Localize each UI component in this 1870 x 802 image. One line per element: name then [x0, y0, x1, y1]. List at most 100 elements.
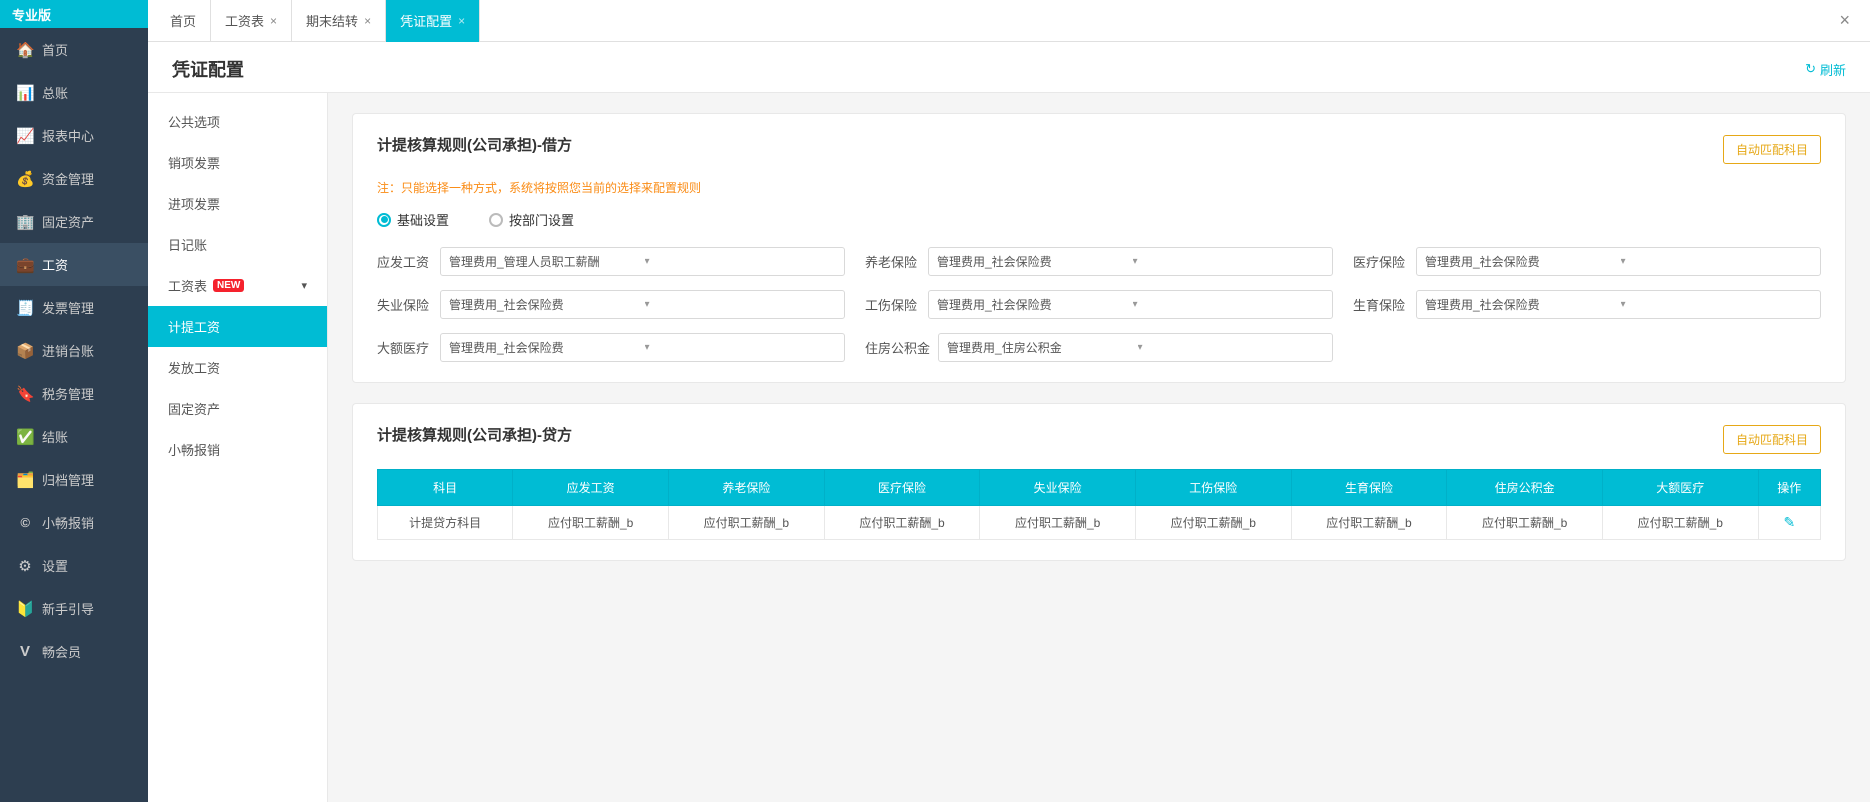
left-nav-fixed-assets-label: 固定资产	[168, 399, 220, 418]
edit-icon[interactable]: ✎	[1783, 514, 1795, 530]
radio-basic-label[interactable]: 基础设置	[377, 210, 449, 229]
tab-period-close-close[interactable]: ×	[364, 14, 371, 28]
field-yingfa: 应发工资 管理费用_管理人员职工薪酬 ▾	[377, 247, 845, 276]
sidebar-item-label: 畅会员	[42, 642, 81, 661]
debit-section-header: 计提核算规则(公司承担)-借方 自动匹配科目	[377, 134, 1821, 165]
tab-period-close[interactable]: 期末结转 ×	[292, 0, 386, 42]
field-yanglao-select[interactable]: 管理费用_社会保险费 ▾	[928, 247, 1333, 276]
sidebar-item-label: 税务管理	[42, 384, 94, 403]
left-nav-sales-invoice-label: 销项发票	[168, 153, 220, 172]
tab-salary-table-label: 工资表	[225, 11, 264, 30]
tab-salary-table-close[interactable]: ×	[270, 14, 277, 28]
left-nav-purchase-invoice[interactable]: 进项发票	[148, 183, 327, 224]
chevron-down-icon: ▾	[301, 279, 307, 292]
sidebar-item-label: 新手引导	[42, 599, 94, 618]
sidebar-item-salary[interactable]: 💼 工资	[0, 243, 148, 286]
left-nav-sales-invoice[interactable]: 销项发票	[148, 142, 327, 183]
field-shiye-select[interactable]: 管理费用_社会保险费 ▾	[440, 290, 845, 319]
home-icon: 🏠	[16, 41, 34, 59]
td-daeyiliao[interactable]: 应付职工薪酬_b	[1602, 506, 1758, 540]
inventory-icon: 📦	[16, 342, 34, 360]
sidebar-item-invoice[interactable]: 🧾 发票管理	[0, 286, 148, 329]
refresh-label: 刷新	[1820, 60, 1846, 79]
td-yingfa[interactable]: 应付职工薪酬_b	[513, 506, 669, 540]
sidebar-item-home[interactable]: 🏠 首页	[0, 28, 148, 71]
field-shengyu-value: 管理费用_社会保险费	[1425, 296, 1617, 313]
radio-dept-text: 按部门设置	[509, 210, 574, 229]
sidebar-item-settings[interactable]: ⚙ 设置	[0, 544, 148, 587]
sidebar-item-label: 发票管理	[42, 298, 94, 317]
field-zhufang-caret: ▾	[1138, 342, 1325, 353]
field-shiye-value: 管理费用_社会保险费	[449, 296, 641, 313]
left-nav-calc-salary-label: 计提工资	[168, 317, 220, 336]
field-shiye: 失业保险 管理费用_社会保险费 ▾	[377, 290, 845, 319]
field-zhufang: 住房公积金 管理费用_住房公积金 ▾	[865, 333, 1333, 362]
assets-icon: 🏢	[16, 213, 34, 231]
tab-home[interactable]: 首页	[156, 0, 211, 42]
left-nav-calc-salary[interactable]: 计提工资	[148, 306, 327, 347]
td-gongshang[interactable]: 应付职工薪酬_b	[1135, 506, 1291, 540]
left-nav-pay-salary[interactable]: 发放工资	[148, 347, 327, 388]
sidebar-item-ledger[interactable]: 📊 总账	[0, 71, 148, 114]
sidebar-item-close[interactable]: ✅ 结账	[0, 415, 148, 458]
sidebar-item-assets[interactable]: 🏢 固定资产	[0, 200, 148, 243]
left-nav-journal[interactable]: 日记账	[148, 224, 327, 265]
sidebar-item-archive[interactable]: 🗂️ 归档管理	[0, 458, 148, 501]
sidebar-item-member[interactable]: V 畅会员	[0, 630, 148, 673]
tab-salary-table[interactable]: 工资表 ×	[211, 0, 292, 42]
sidebar-item-label: 归档管理	[42, 470, 94, 489]
field-yiliao-select[interactable]: 管理费用_社会保险费 ▾	[1416, 247, 1821, 276]
sidebar-item-reports[interactable]: 📈 报表中心	[0, 114, 148, 157]
radio-dept-circle[interactable]	[489, 213, 503, 227]
left-nav-public[interactable]: 公共选项	[148, 101, 327, 142]
field-daeyiliao-select[interactable]: 管理费用_社会保险费 ▾	[440, 333, 845, 362]
sidebar-item-funds[interactable]: 💰 资金管理	[0, 157, 148, 200]
credit-section-title: 计提核算规则(公司承担)-贷方	[377, 424, 572, 445]
td-yanglao[interactable]: 应付职工薪酬_b	[669, 506, 825, 540]
sidebar-item-tax[interactable]: 🔖 税务管理	[0, 372, 148, 415]
sidebar-item-guide[interactable]: 🔰 新手引导	[0, 587, 148, 630]
left-nav-fixed-assets[interactable]: 固定资产	[148, 388, 327, 429]
td-shengyu[interactable]: 应付职工薪酬_b	[1291, 506, 1447, 540]
td-yiliao[interactable]: 应付职工薪酬_b	[824, 506, 980, 540]
credit-table: 科目 应发工资 养老保险 医疗保险 失业保险 工伤保险 生育保险 住房公积金 大…	[377, 469, 1821, 540]
td-shiye[interactable]: 应付职工薪酬_b	[980, 506, 1136, 540]
sidebar-item-xiaochang[interactable]: © 小畅报销	[0, 501, 148, 544]
debit-auto-match-button[interactable]: 自动匹配科目	[1723, 135, 1821, 164]
field-gongshang: 工伤保险 管理费用_社会保险费 ▾	[865, 290, 1333, 319]
field-gongshang-select[interactable]: 管理费用_社会保险费 ▾	[928, 290, 1333, 319]
left-nav-xiaochang-report[interactable]: 小畅报销	[148, 429, 327, 470]
debit-section-title: 计提核算规则(公司承担)-借方	[377, 134, 572, 155]
sidebar-item-label: 进销台账	[42, 341, 94, 360]
sidebar-item-label: 结账	[42, 427, 68, 446]
td-action[interactable]: ✎	[1758, 506, 1820, 540]
credit-section-header: 计提核算规则(公司承担)-贷方 自动匹配科目	[377, 424, 1821, 455]
ledger-icon: 📊	[16, 84, 34, 102]
tab-voucher-config-close[interactable]: ×	[458, 14, 465, 28]
field-yiliao-value: 管理费用_社会保险费	[1425, 253, 1617, 270]
tab-voucher-config[interactable]: 凭证配置 ×	[386, 0, 480, 42]
radio-basic-circle[interactable]	[377, 213, 391, 227]
sidebar-item-label: 小畅报销	[42, 513, 94, 532]
radio-dept-label[interactable]: 按部门设置	[489, 210, 574, 229]
left-nav-purchase-invoice-label: 进项发票	[168, 194, 220, 213]
left-nav-salary-table[interactable]: 工资表 NEW ▾	[148, 265, 327, 306]
refresh-button[interactable]: ↻ 刷新	[1805, 60, 1846, 79]
credit-auto-match-button[interactable]: 自动匹配科目	[1723, 425, 1821, 454]
close-acct-icon: ✅	[16, 428, 34, 446]
window-close-button[interactable]: ×	[1827, 10, 1862, 31]
left-nav: 公共选项 销项发票 进项发票 日记账 工资表 NEW ▾ 计提工资 发放工资	[148, 93, 328, 802]
field-shengyu-select[interactable]: 管理费用_社会保险费 ▾	[1416, 290, 1821, 319]
radio-basic-text: 基础设置	[397, 210, 449, 229]
field-daeyiliao: 大额医疗 管理费用_社会保险费 ▾	[377, 333, 845, 362]
sidebar-item-inventory[interactable]: 📦 进销台账	[0, 329, 148, 372]
field-yanglao-label: 养老保险	[865, 252, 920, 271]
field-zhufang-select[interactable]: 管理费用_住房公积金 ▾	[938, 333, 1333, 362]
td-zhufang[interactable]: 应付职工薪酬_b	[1447, 506, 1603, 540]
tab-period-close-label: 期末结转	[306, 11, 358, 30]
th-yingfa: 应发工资	[513, 470, 669, 506]
field-yingfa-select[interactable]: 管理费用_管理人员职工薪酬 ▾	[440, 247, 845, 276]
guide-icon: 🔰	[16, 600, 34, 618]
table-header-row: 科目 应发工资 养老保险 医疗保险 失业保险 工伤保险 生育保险 住房公积金 大…	[378, 470, 1821, 506]
field-daeyiliao-label: 大额医疗	[377, 338, 432, 357]
